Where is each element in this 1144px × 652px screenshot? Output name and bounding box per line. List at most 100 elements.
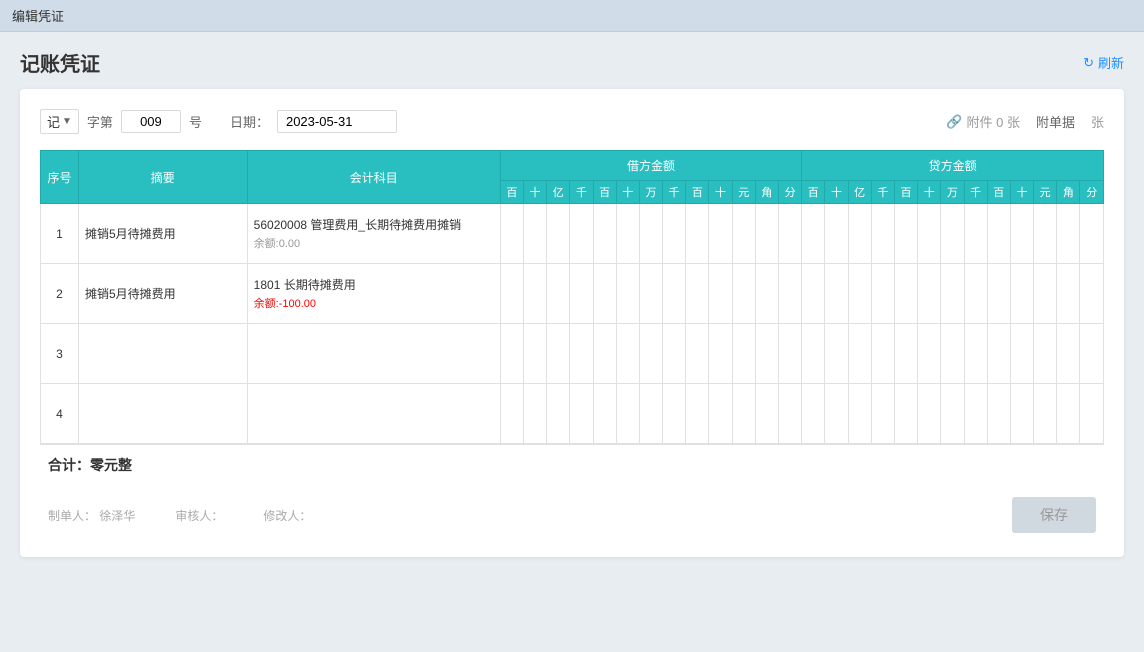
row-4-debit-10[interactable] xyxy=(709,384,732,444)
row-4-credit-10[interactable] xyxy=(1010,384,1033,444)
row-1-credit-2[interactable] xyxy=(825,204,848,264)
row-1-debit-3[interactable] xyxy=(547,204,570,264)
row-3-debit-12[interactable] xyxy=(755,324,778,384)
row-2-debit-7[interactable] xyxy=(639,264,662,324)
row-1-credit-12[interactable] xyxy=(1057,204,1080,264)
row-1-credit-3[interactable] xyxy=(848,204,871,264)
row-1-debit-2[interactable] xyxy=(523,204,546,264)
row-4-credit-13[interactable] xyxy=(1080,384,1104,444)
row-2-credit-1[interactable] xyxy=(802,264,825,324)
row-account-2[interactable]: 1801 长期待摊费用余额:-100.00 xyxy=(247,264,500,324)
row-3-debit-2[interactable] xyxy=(523,324,546,384)
row-3-credit-8[interactable] xyxy=(964,324,987,384)
row-3-credit-6[interactable] xyxy=(918,324,941,384)
row-3-debit-5[interactable] xyxy=(593,324,616,384)
row-1-debit-9[interactable] xyxy=(686,204,709,264)
row-3-credit-3[interactable] xyxy=(848,324,871,384)
row-4-debit-8[interactable] xyxy=(663,384,686,444)
row-4-credit-9[interactable] xyxy=(987,384,1010,444)
row-4-credit-5[interactable] xyxy=(894,384,917,444)
save-button[interactable]: 保存 xyxy=(1012,497,1096,533)
row-2-debit-10[interactable] xyxy=(709,264,732,324)
row-4-credit-8[interactable] xyxy=(964,384,987,444)
row-4-credit-12[interactable] xyxy=(1057,384,1080,444)
row-1-credit-5[interactable] xyxy=(894,204,917,264)
row-1-debit-1[interactable] xyxy=(500,204,523,264)
row-summary-2[interactable]: 摊销5月待摊费用 xyxy=(78,264,247,324)
row-3-debit-4[interactable] xyxy=(570,324,593,384)
row-1-debit-10[interactable] xyxy=(709,204,732,264)
row-2-credit-9[interactable] xyxy=(987,264,1010,324)
row-4-credit-6[interactable] xyxy=(918,384,941,444)
row-1-credit-9[interactable] xyxy=(987,204,1010,264)
row-3-debit-7[interactable] xyxy=(639,324,662,384)
row-1-credit-6[interactable] xyxy=(918,204,941,264)
row-1-debit-11[interactable] xyxy=(732,204,755,264)
row-1-debit-4[interactable] xyxy=(570,204,593,264)
row-4-credit-4[interactable] xyxy=(871,384,894,444)
row-3-debit-10[interactable] xyxy=(709,324,732,384)
ji-select[interactable]: 记 ▼ xyxy=(40,109,79,134)
row-1-credit-1[interactable] xyxy=(802,204,825,264)
row-account-3[interactable] xyxy=(247,324,500,384)
row-3-credit-9[interactable] xyxy=(987,324,1010,384)
row-2-credit-8[interactable] xyxy=(964,264,987,324)
row-3-credit-12[interactable] xyxy=(1057,324,1080,384)
row-4-debit-12[interactable] xyxy=(755,384,778,444)
row-2-debit-13[interactable] xyxy=(779,264,802,324)
row-3-debit-3[interactable] xyxy=(547,324,570,384)
row-2-debit-11[interactable] xyxy=(732,264,755,324)
row-2-debit-4[interactable] xyxy=(570,264,593,324)
row-2-credit-3[interactable] xyxy=(848,264,871,324)
zi-input[interactable] xyxy=(121,110,181,133)
row-3-credit-11[interactable] xyxy=(1034,324,1057,384)
row-1-debit-8[interactable] xyxy=(663,204,686,264)
row-account-4[interactable] xyxy=(247,384,500,444)
row-2-credit-2[interactable] xyxy=(825,264,848,324)
row-2-credit-13[interactable] xyxy=(1080,264,1104,324)
row-3-credit-10[interactable] xyxy=(1010,324,1033,384)
row-3-debit-6[interactable] xyxy=(616,324,639,384)
row-4-debit-7[interactable] xyxy=(639,384,662,444)
row-1-debit-13[interactable] xyxy=(779,204,802,264)
row-2-debit-2[interactable] xyxy=(523,264,546,324)
row-2-credit-5[interactable] xyxy=(894,264,917,324)
row-3-debit-9[interactable] xyxy=(686,324,709,384)
row-3-debit-1[interactable] xyxy=(500,324,523,384)
row-4-debit-1[interactable] xyxy=(500,384,523,444)
row-4-credit-11[interactable] xyxy=(1034,384,1057,444)
row-account-1[interactable]: 56020008 管理费用_长期待摊费用摊销余额:0.00 xyxy=(247,204,500,264)
row-2-credit-11[interactable] xyxy=(1034,264,1057,324)
row-1-credit-4[interactable] xyxy=(871,204,894,264)
row-4-debit-5[interactable] xyxy=(593,384,616,444)
row-3-debit-8[interactable] xyxy=(663,324,686,384)
row-4-debit-2[interactable] xyxy=(523,384,546,444)
date-input[interactable] xyxy=(277,110,397,133)
row-1-credit-11[interactable] xyxy=(1034,204,1057,264)
row-1-credit-7[interactable] xyxy=(941,204,964,264)
row-1-credit-13[interactable] xyxy=(1080,204,1104,264)
row-summary-1[interactable]: 摊销5月待摊费用 xyxy=(78,204,247,264)
row-1-debit-5[interactable] xyxy=(593,204,616,264)
row-4-debit-4[interactable] xyxy=(570,384,593,444)
row-3-debit-13[interactable] xyxy=(779,324,802,384)
row-3-credit-2[interactable] xyxy=(825,324,848,384)
row-2-debit-5[interactable] xyxy=(593,264,616,324)
row-4-debit-3[interactable] xyxy=(547,384,570,444)
row-3-credit-7[interactable] xyxy=(941,324,964,384)
row-2-credit-12[interactable] xyxy=(1057,264,1080,324)
row-3-debit-11[interactable] xyxy=(732,324,755,384)
row-4-debit-6[interactable] xyxy=(616,384,639,444)
row-2-debit-8[interactable] xyxy=(663,264,686,324)
row-4-credit-3[interactable] xyxy=(848,384,871,444)
row-1-debit-7[interactable] xyxy=(639,204,662,264)
row-3-credit-13[interactable] xyxy=(1080,324,1104,384)
row-3-credit-5[interactable] xyxy=(894,324,917,384)
row-2-debit-12[interactable] xyxy=(755,264,778,324)
row-3-credit-4[interactable] xyxy=(871,324,894,384)
row-4-debit-13[interactable] xyxy=(779,384,802,444)
attach-button[interactable]: 🔗 附件 0 张 xyxy=(946,112,1020,131)
row-1-credit-10[interactable] xyxy=(1010,204,1033,264)
dan-button[interactable]: 附单据 xyxy=(1036,112,1075,131)
row-4-debit-11[interactable] xyxy=(732,384,755,444)
